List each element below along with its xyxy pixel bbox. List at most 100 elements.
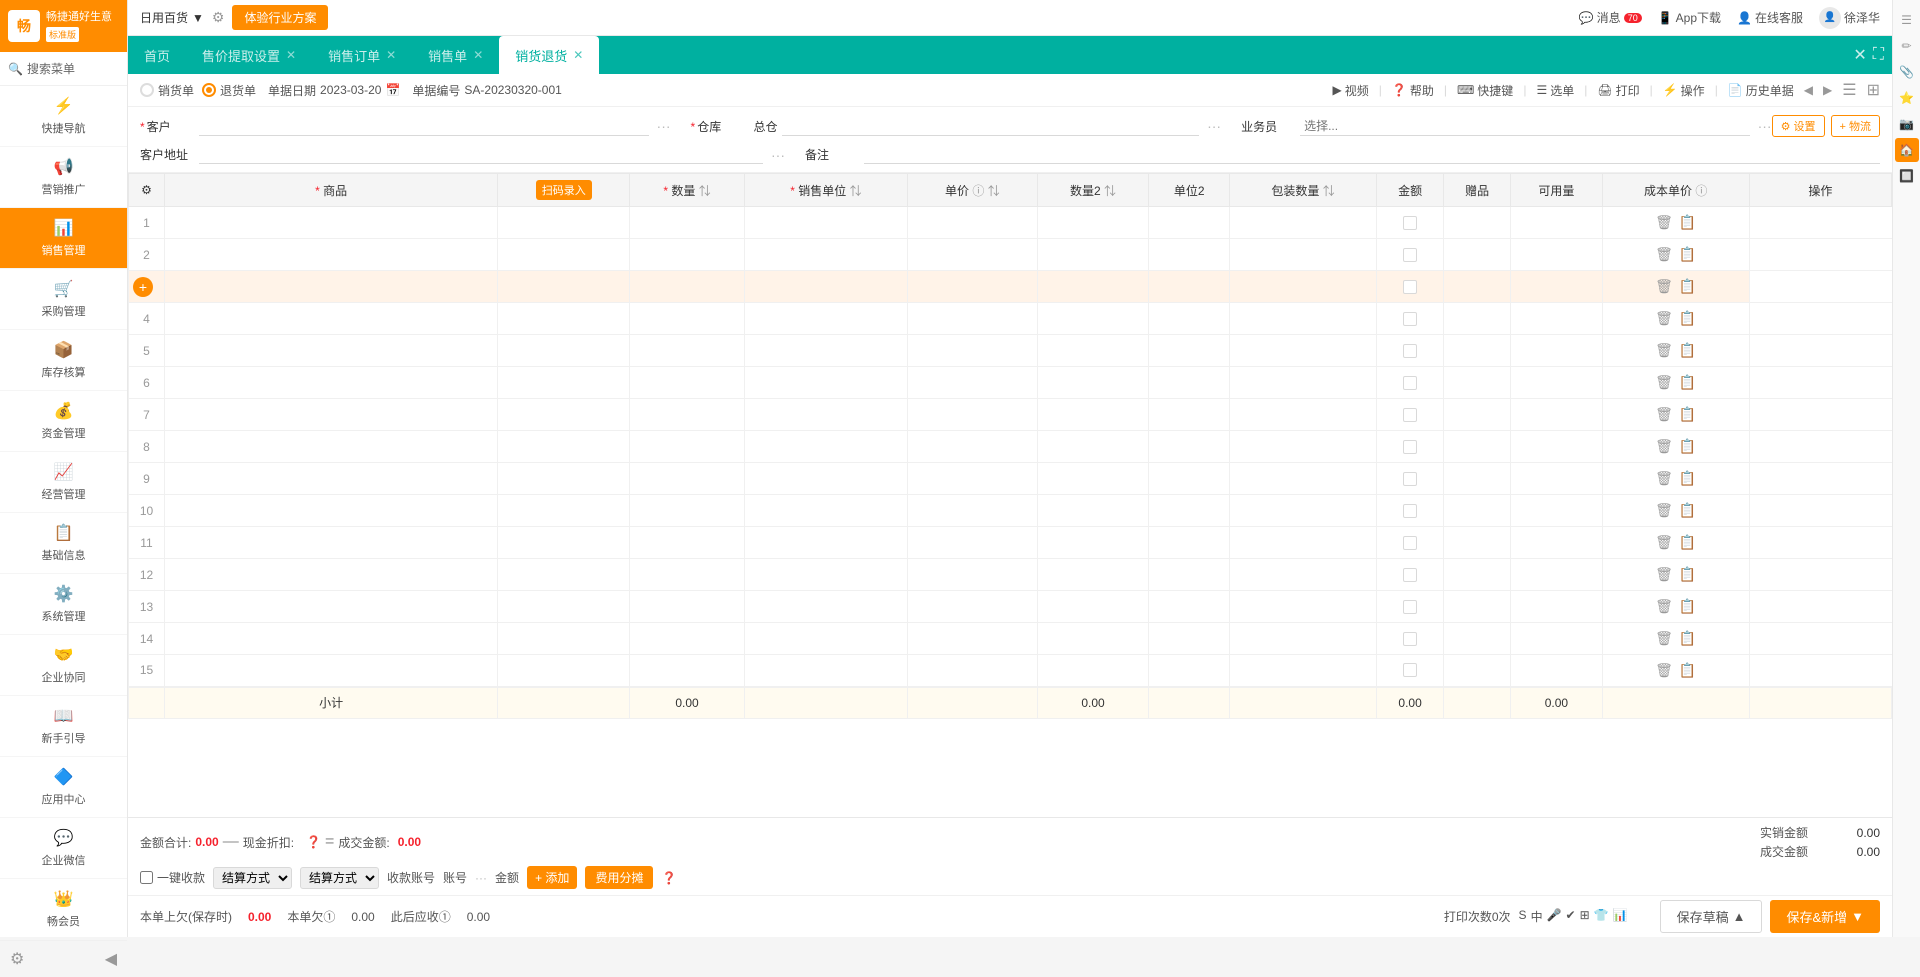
goods-input[interactable] (169, 280, 493, 294)
sidebar-item-guide[interactable]: 📖 新手引导 (0, 696, 127, 757)
tab-return[interactable]: 销货退货 ✕ (499, 36, 599, 74)
settings-button[interactable]: ⚙ 设置 (1772, 115, 1825, 137)
tab-close-price-settings[interactable]: ✕ (286, 48, 296, 62)
gift-checkbox[interactable] (1403, 216, 1417, 230)
logistics-button[interactable]: + 物流 (1831, 115, 1880, 137)
qty-sort-icon[interactable]: ⇅ (699, 184, 711, 198)
right-panel-icon-3[interactable]: 📎 (1895, 60, 1919, 84)
calendar-icon[interactable]: 📅 (385, 83, 400, 97)
delete-row-icon[interactable]: 🗑 (1655, 566, 1673, 583)
one-key-pay-check[interactable] (140, 871, 153, 884)
right-panel-icon-5[interactable]: 📷 (1895, 112, 1919, 136)
user-menu[interactable]: 👤 徐泽华 (1819, 7, 1880, 29)
goods-cell[interactable] (165, 303, 498, 335)
copy-row-icon[interactable]: 📋 (1679, 214, 1696, 231)
sidebar-item-sales[interactable]: 📊 销售管理 (0, 208, 127, 269)
settings-bottom-icon[interactable]: ⚙ (10, 949, 24, 969)
fee-help-icon[interactable]: ❓ (661, 871, 676, 885)
right-panel-icon-6[interactable]: 🏠 (1895, 138, 1919, 162)
tab-close-all-icon[interactable]: ✕ (1853, 45, 1866, 65)
sidebar-item-member[interactable]: 👑 畅会员 (0, 879, 127, 940)
sidebar-item-finance[interactable]: 💰 资金管理 (0, 391, 127, 452)
shortcut-action[interactable]: ⌨ 快捷键 (1457, 82, 1513, 99)
video-action[interactable]: ▶ 视频 (1333, 82, 1369, 99)
unit-sort-icon[interactable]: ⇅ (850, 184, 862, 198)
tab-home[interactable]: 首页 (128, 36, 186, 74)
radio-return[interactable]: 退货单 (202, 82, 256, 99)
sidebar-item-basic[interactable]: 📋 基础信息 (0, 513, 127, 574)
warehouse-input[interactable] (782, 117, 1200, 136)
gift-checkbox[interactable] (1403, 376, 1417, 390)
sidebar-item-shortcuts[interactable]: ⚡ 快捷导航 (0, 86, 127, 147)
delete-row-icon[interactable]: 🗑 (1655, 278, 1673, 295)
copy-row-icon[interactable]: 📋 (1679, 502, 1696, 519)
goods-cell[interactable] (165, 335, 498, 367)
gift-checkbox[interactable] (1403, 248, 1417, 262)
account-more-icon[interactable]: ··· (475, 871, 487, 885)
collapse-icon[interactable]: ◀ (105, 949, 117, 969)
copy-row-icon[interactable]: 📋 (1679, 374, 1696, 391)
radio-sale[interactable]: 销货单 (140, 82, 194, 99)
col-settings[interactable]: ⚙ (129, 174, 165, 207)
sidebar-item-enterprise[interactable]: 🤝 企业协同 (0, 635, 127, 696)
delete-row-icon[interactable]: 🗑 (1655, 406, 1673, 423)
copy-row-icon[interactable]: 📋 (1679, 310, 1696, 327)
sidebar-item-wechat[interactable]: 💬 企业微信 (0, 818, 127, 879)
delete-row-icon[interactable]: 🗑 (1655, 470, 1673, 487)
goods-cell[interactable] (165, 527, 498, 559)
delete-row-icon[interactable]: 🗑 (1655, 246, 1673, 263)
goods-cell[interactable] (165, 655, 498, 687)
sidebar-item-inventory[interactable]: 📦 库存核算 (0, 330, 127, 391)
customer-input[interactable] (199, 117, 649, 136)
gift-checkbox[interactable] (1403, 536, 1417, 550)
delete-row-icon[interactable]: 🗑 (1655, 374, 1673, 391)
copy-row-icon[interactable]: 📋 (1679, 566, 1696, 583)
gift-checkbox[interactable] (1403, 568, 1417, 582)
address-more-icon[interactable]: ··· (771, 147, 785, 163)
right-panel-icon-7[interactable]: 🔲 (1895, 164, 1919, 188)
sidebar-item-apps[interactable]: 🔷 应用中心 (0, 757, 127, 818)
staff-input[interactable] (1300, 117, 1750, 136)
scan-button[interactable]: 扫码录入 (536, 180, 592, 200)
goods-cell[interactable] (165, 463, 498, 495)
goods-cell[interactable] (165, 559, 498, 591)
list-view-icon[interactable]: ☰ (1842, 80, 1856, 100)
add-payment-button[interactable]: + 添加 (527, 866, 577, 889)
remark-input[interactable] (864, 145, 1880, 164)
delete-row-icon[interactable]: 🗑 (1655, 598, 1673, 615)
operate-action[interactable]: ⚡ 操作 (1663, 82, 1705, 99)
delete-row-icon[interactable]: 🗑 (1655, 214, 1673, 231)
header-settings-icon[interactable]: ⚙ (212, 9, 225, 26)
gift-checkbox[interactable] (1403, 504, 1417, 518)
message-button[interactable]: 💬 消息 70 (1579, 9, 1642, 26)
gift-checkbox[interactable] (1403, 472, 1417, 486)
print-action[interactable]: 🖨 打印 (1597, 82, 1639, 99)
industry-select[interactable]: 日用百货 ▼ (140, 9, 204, 26)
tab-sales-order[interactable]: 销售订单 ✕ (312, 36, 412, 74)
tab-price-settings[interactable]: 售价提取设置 ✕ (186, 36, 312, 74)
copy-row-icon[interactable]: 📋 (1679, 630, 1696, 647)
tab-sales[interactable]: 销售单 ✕ (412, 36, 499, 74)
experience-button[interactable]: 体验行业方案 (232, 5, 328, 30)
gift-checkbox[interactable] (1403, 312, 1417, 326)
gift-checkbox[interactable] (1403, 632, 1417, 646)
delete-row-icon[interactable]: 🗑 (1655, 534, 1673, 551)
goods-cell[interactable] (165, 271, 498, 303)
delete-row-icon[interactable]: 🗑 (1655, 662, 1673, 679)
delete-row-icon[interactable]: 🗑 (1655, 342, 1673, 359)
help-cash-icon[interactable]: ❓ (306, 835, 321, 849)
right-panel-icon-2[interactable]: ✏ (1895, 34, 1919, 58)
prev-icon[interactable]: ◀ (1804, 83, 1813, 97)
select-action[interactable]: ☰ 选单 (1536, 82, 1574, 99)
gift-checkbox[interactable] (1403, 344, 1417, 358)
tab-close-sales[interactable]: ✕ (473, 48, 483, 62)
pkg-sort-icon[interactable]: ⇅ (1323, 184, 1335, 198)
sidebar-item-purchase[interactable]: 🛒 采购管理 (0, 269, 127, 330)
goods-cell[interactable] (165, 431, 498, 463)
goods-cell[interactable] (165, 239, 498, 271)
copy-row-icon[interactable]: 📋 (1679, 278, 1696, 295)
help-action[interactable]: ❓ 帮助 (1392, 82, 1434, 99)
copy-row-icon[interactable]: 📋 (1679, 598, 1696, 615)
address-input[interactable] (199, 145, 763, 164)
gift-checkbox[interactable] (1403, 600, 1417, 614)
